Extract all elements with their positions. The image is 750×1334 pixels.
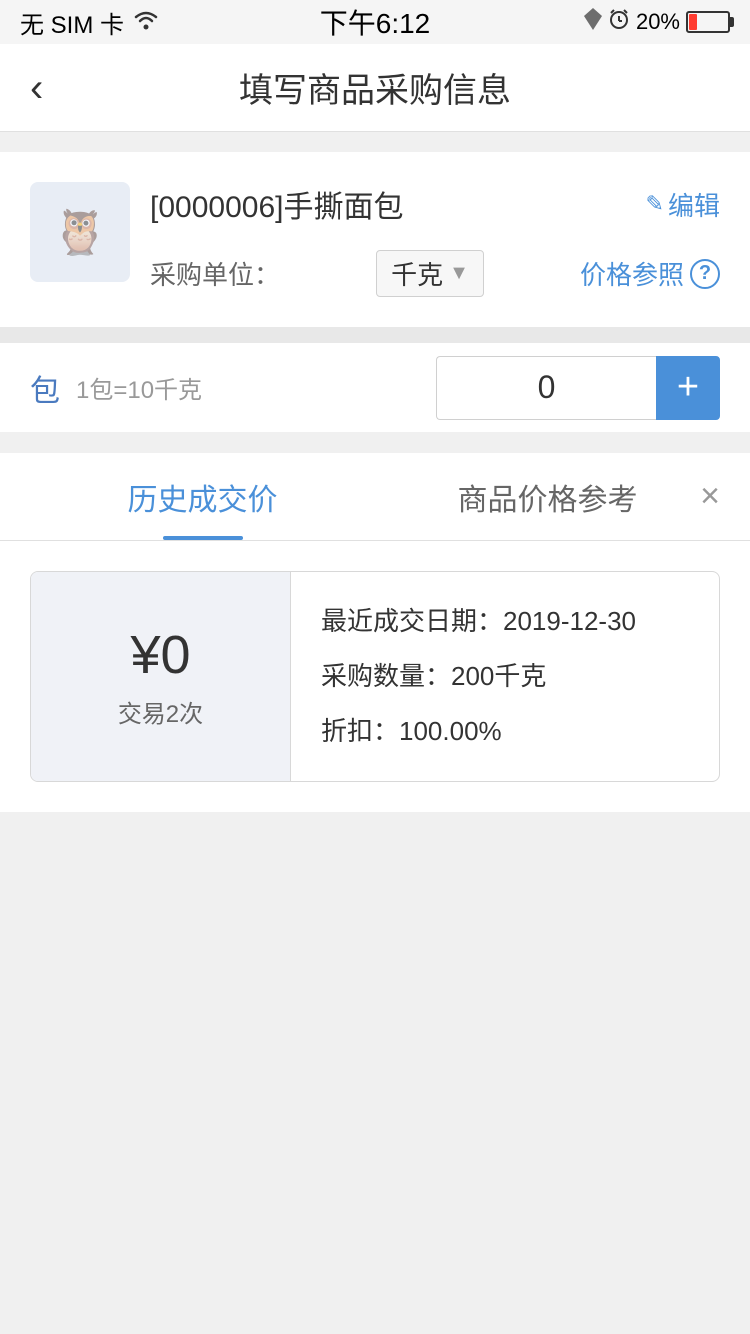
transaction-price-left: ¥0 交易2次: [31, 572, 291, 781]
purchase-qty-label: 采购数量：: [321, 661, 451, 691]
page-title: 填写商品采购信息: [239, 63, 511, 112]
quantity-value: 0: [538, 369, 556, 406]
nav-bar: ‹ 填写商品采购信息: [0, 44, 750, 132]
price-ref-button[interactable]: 价格参照 ?: [580, 255, 720, 292]
transaction-date-row: 最近成交日期：2019-12-30: [321, 602, 689, 641]
tab-close-button[interactable]: ×: [700, 477, 720, 516]
status-left: 无 SIM 卡: [20, 5, 160, 40]
product-name-row: [0000006]手撕面包 ✎ 编辑: [150, 182, 720, 226]
transaction-count: 交易2次: [118, 694, 203, 729]
quantity-plus-button[interactable]: +: [656, 356, 720, 420]
bottom-panel: 历史成交价 商品价格参考 × ¥0 交易2次 最近成交日期：2019-12-30: [0, 453, 750, 812]
battery-icon: [686, 11, 730, 33]
quantity-input-wrap: 0 +: [202, 356, 720, 420]
transaction-details-right: 最近成交日期：2019-12-30 采购数量：200千克 折扣：100.00%: [291, 572, 719, 781]
recent-date-label: 最近成交日期：: [321, 606, 503, 636]
discount-value: 100.00%: [399, 716, 502, 746]
quantity-row: 包 1包=10千克 0 +: [0, 343, 750, 433]
product-name: [0000006]手撕面包: [150, 182, 403, 226]
plus-icon: +: [677, 366, 699, 409]
edit-button[interactable]: ✎ 编辑: [646, 186, 720, 223]
section-divider: [0, 327, 750, 343]
edit-icon: ✎: [646, 191, 664, 217]
unit-select[interactable]: 千克 ▼: [376, 250, 484, 297]
product-thumbnail: 🦉: [30, 182, 130, 282]
price-ref-label: 价格参照: [580, 255, 684, 292]
product-card: 🦉 [0000006]手撕面包 ✎ 编辑 采购单位： 千克 ▼: [0, 152, 750, 327]
product-info: [0000006]手撕面包 ✎ 编辑 采购单位： 千克 ▼ 价格参照 ?: [150, 182, 720, 297]
tab-active-underline: [163, 536, 243, 540]
tab-product-label: 商品价格参考: [458, 475, 638, 519]
unit-label: 采购单位：: [150, 255, 280, 292]
discount-label: 折扣：: [321, 716, 399, 746]
tab-product-price[interactable]: 商品价格参考: [375, 453, 720, 540]
tabs-row: 历史成交价 商品价格参考 ×: [0, 453, 750, 541]
unit-value: 千克: [391, 255, 443, 292]
transaction-qty-row: 采购数量：200千克: [321, 657, 689, 696]
status-right: 20%: [584, 8, 730, 36]
back-button[interactable]: ‹: [30, 68, 43, 108]
transaction-price: ¥0: [130, 624, 190, 686]
tab-history-price[interactable]: 历史成交价: [30, 453, 375, 540]
quantity-unit-label: 包: [30, 366, 60, 410]
location-icon: [584, 8, 602, 36]
quantity-input[interactable]: 0: [436, 356, 656, 420]
alarm-icon: [608, 8, 630, 36]
edit-label: 编辑: [668, 186, 720, 223]
tab-history-label: 历史成交价: [128, 475, 278, 519]
purchase-unit-row: 采购单位： 千克 ▼ 价格参照 ?: [150, 250, 720, 297]
status-time: 下午6:12: [320, 2, 431, 42]
status-bar: 无 SIM 卡 下午6:12: [0, 0, 750, 44]
battery-percent: 20%: [636, 9, 680, 35]
product-thumb-icon: 🦉: [53, 206, 108, 258]
main-content: 无 SIM 卡 下午6:12: [0, 0, 750, 1290]
price-ref-help-icon: ?: [690, 259, 720, 289]
product-header: 🦉 [0000006]手撕面包 ✎ 编辑 采购单位： 千克 ▼: [30, 182, 720, 297]
wifi-icon: [132, 8, 160, 37]
transaction-list: ¥0 交易2次 最近成交日期：2019-12-30 采购数量：200千克 折扣：…: [0, 541, 750, 812]
transaction-card: ¥0 交易2次 最近成交日期：2019-12-30 采购数量：200千克 折扣：…: [30, 571, 720, 782]
quantity-unit-sub: 1包=10千克: [76, 370, 202, 405]
purchase-qty-value: 200千克: [451, 661, 546, 691]
carrier-label: 无 SIM 卡: [20, 5, 124, 40]
unit-arrow-icon: ▼: [449, 262, 469, 285]
transaction-discount-row: 折扣：100.00%: [321, 712, 689, 751]
recent-date-value: 2019-12-30: [503, 606, 636, 636]
